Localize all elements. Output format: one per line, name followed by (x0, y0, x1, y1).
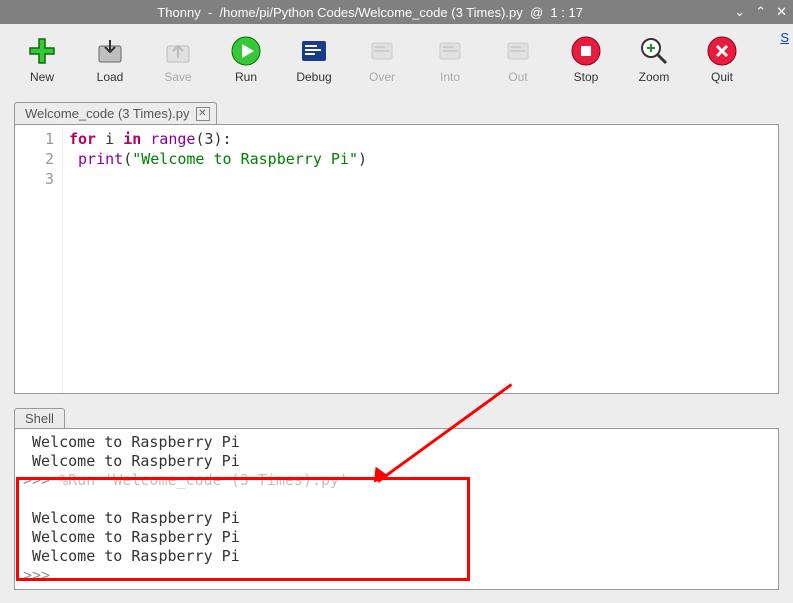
out-button: Out (484, 34, 552, 84)
zoom-button[interactable]: Zoom (620, 34, 688, 84)
file-tab-label: Welcome_code (3 Times).py (25, 106, 190, 121)
save-label: Save (164, 70, 191, 84)
code-area[interactable]: for i in range(3): print("Welcome to Ras… (63, 125, 778, 393)
run-button[interactable]: Run (212, 34, 280, 84)
load-button[interactable]: Load (76, 34, 144, 84)
shell-panel[interactable]: Welcome to Raspberry Pi Welcome to Raspb… (14, 428, 779, 590)
new-label: New (30, 70, 54, 84)
quit-icon (705, 34, 739, 68)
file-tab[interactable]: Welcome_code (3 Times).py ✕ (14, 102, 217, 124)
close-tab-button[interactable]: ✕ (196, 107, 210, 121)
plus-icon (25, 34, 59, 68)
side-link[interactable]: S (780, 30, 789, 45)
into-label: Into (440, 70, 460, 84)
over-label: Over (369, 70, 395, 84)
save-icon (161, 34, 195, 68)
load-icon (93, 34, 127, 68)
step-over-icon (365, 34, 399, 68)
save-button[interactable]: Save (144, 34, 212, 84)
stop-icon (569, 34, 603, 68)
line-gutter: 1 2 3 (15, 125, 63, 393)
editor-tabbar: Welcome_code (3 Times).py ✕ (0, 98, 793, 124)
stop-label: Stop (574, 70, 599, 84)
minimize-button[interactable]: ⌄ (734, 4, 745, 20)
window-title: Thonny - /home/pi/Python Codes/Welcome_c… (6, 5, 734, 20)
step-out-icon (501, 34, 535, 68)
toolbar: New Load Save Run Debug Over Into (0, 24, 793, 94)
debug-button[interactable]: Debug (280, 34, 348, 84)
quit-button[interactable]: Quit (688, 34, 756, 84)
titlebar: Thonny - /home/pi/Python Codes/Welcome_c… (0, 0, 793, 24)
close-window-button[interactable]: ✕ (776, 4, 787, 20)
over-button: Over (348, 34, 416, 84)
zoom-label: Zoom (639, 70, 670, 84)
step-into-icon (433, 34, 467, 68)
stop-button[interactable]: Stop (552, 34, 620, 84)
play-icon (229, 34, 263, 68)
into-button: Into (416, 34, 484, 84)
debug-icon (297, 34, 331, 68)
shell-tabbar: Shell (0, 404, 793, 428)
maximize-button[interactable]: ⌃ (755, 4, 766, 20)
debug-label: Debug (296, 70, 331, 84)
load-label: Load (97, 70, 124, 84)
quit-label: Quit (711, 70, 733, 84)
run-label: Run (235, 70, 257, 84)
new-button[interactable]: New (8, 34, 76, 84)
shell-tab[interactable]: Shell (14, 408, 65, 428)
out-label: Out (508, 70, 527, 84)
zoom-icon (637, 34, 671, 68)
code-editor[interactable]: 1 2 3 for i in range(3): print("Welcome … (14, 124, 779, 394)
